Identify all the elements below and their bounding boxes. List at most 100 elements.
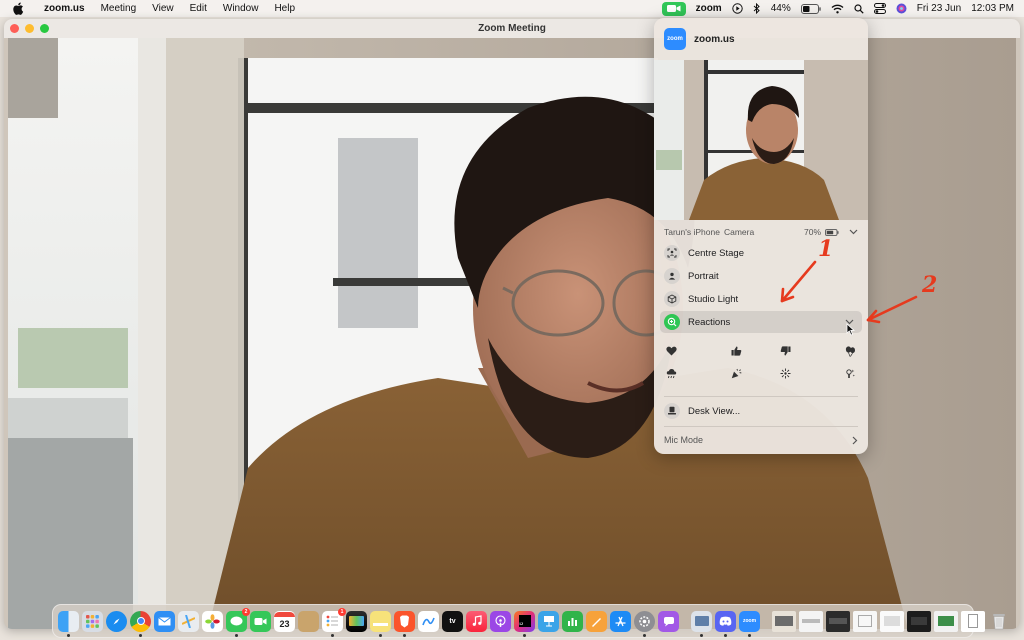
messages-dock-icon[interactable]: 2 <box>226 607 250 637</box>
intellij-dock-icon[interactable]: IJ <box>514 610 535 637</box>
battery-icon[interactable] <box>800 3 821 14</box>
mic-mode-label: Mic Mode <box>664 435 704 445</box>
heart-reaction-button[interactable] <box>664 340 713 362</box>
fireworks-reaction-button[interactable] <box>761 362 810 384</box>
thumbs-down-reaction-button[interactable] <box>761 340 810 362</box>
music-dock-icon[interactable] <box>466 610 487 632</box>
minimized-window-thumbnail[interactable] <box>799 610 823 632</box>
camera-battery-percent: 70% <box>803 227 821 237</box>
menubar-date[interactable]: Fri 23 Jun <box>917 3 961 14</box>
chat-app-dock-icon[interactable] <box>658 610 679 632</box>
wifi-icon[interactable] <box>831 4 844 14</box>
spotlight-search-icon[interactable] <box>854 3 864 14</box>
option-reactions[interactable]: Reactions <box>660 311 862 333</box>
camera-source-row[interactable]: Tarun's iPhone Camera 70% <box>654 224 868 240</box>
discord-dock-icon[interactable] <box>715 610 736 637</box>
calendar-day: 23 <box>279 618 290 629</box>
finder-dock-icon[interactable] <box>58 610 79 637</box>
desk-view-label: Desk View... <box>688 405 741 417</box>
panel-app-name: zoom.us <box>694 33 735 45</box>
photos-dock-icon[interactable] <box>202 610 223 632</box>
menu-meeting[interactable]: Meeting <box>93 0 145 17</box>
calendar-dock-icon[interactable]: 23 <box>274 610 295 632</box>
safari-dock-icon[interactable] <box>106 610 127 632</box>
pages-dock-icon[interactable] <box>586 610 607 632</box>
play-circle-icon[interactable] <box>732 3 743 14</box>
screen-dock-icon[interactable] <box>346 610 367 632</box>
preview-dock-icon[interactable] <box>691 610 712 637</box>
zoom-dock-label: zoom <box>742 618 757 624</box>
fullscreen-window-button[interactable] <box>40 24 49 33</box>
separator <box>664 426 858 427</box>
zoom-app-icon: zoom <box>664 28 686 50</box>
window-title: Zoom Meeting <box>478 23 546 34</box>
rain-reaction-button[interactable] <box>664 362 713 384</box>
menubar-time[interactable]: 12:03 PM <box>971 3 1014 14</box>
option-studio-light[interactable]: Studio Light <box>660 289 862 309</box>
minimized-window-thumbnail[interactable] <box>853 610 877 632</box>
apple-tv-dock-icon[interactable]: tv <box>442 610 463 632</box>
menu-help[interactable]: Help <box>266 0 303 17</box>
facetime-dock-icon[interactable] <box>250 610 271 632</box>
desk-view-button[interactable]: Desk View... <box>660 401 862 421</box>
minimized-window-thumbnail[interactable] <box>826 610 850 632</box>
reminders-badge: 1 <box>338 607 346 616</box>
reminders-dock-icon[interactable]: 1 <box>322 607 346 637</box>
minimized-window-thumbnail[interactable] <box>934 610 958 632</box>
minimized-window-thumbnail[interactable] <box>772 610 796 632</box>
brave-dock-icon[interactable] <box>394 610 415 637</box>
control-center-icon[interactable] <box>873 3 886 14</box>
minimize-window-button[interactable] <box>25 24 34 33</box>
notes-dock-icon[interactable] <box>370 610 391 637</box>
thumbs-up-reaction-button[interactable] <box>713 340 762 362</box>
menu-view[interactable]: View <box>144 0 182 17</box>
chrome-dock-icon[interactable] <box>130 610 151 637</box>
system-settings-dock-icon[interactable] <box>634 610 655 637</box>
video-camera-icon <box>666 5 681 12</box>
option-label: Portrait <box>688 270 719 282</box>
menu-app-name[interactable]: zoom.us <box>36 0 93 17</box>
keynote-dock-icon[interactable] <box>538 610 559 632</box>
battery-percent: 44% <box>770 3 791 14</box>
option-portrait[interactable]: Portrait <box>660 266 862 286</box>
numbers-dock-icon[interactable] <box>562 610 583 632</box>
menu-bar: zoom.us Meeting View Edit Window Help zo… <box>0 0 1024 17</box>
menu-window[interactable]: Window <box>215 0 267 17</box>
device-battery-icon <box>825 228 839 236</box>
video-effects-panel: zoom zoom.us Tarun's iPhone Camera 70% C… <box>654 18 868 454</box>
siri-icon[interactable] <box>896 3 907 14</box>
heart-icon <box>666 346 677 356</box>
minimized-window-thumbnail[interactable] <box>880 610 904 632</box>
balloons-reaction-button[interactable] <box>810 340 859 362</box>
apple-icon[interactable] <box>13 2 26 15</box>
mail-dock-icon[interactable] <box>154 610 175 632</box>
reactions-grid <box>664 340 858 384</box>
option-centre-stage[interactable]: Centre Stage <box>660 243 862 263</box>
zoom-menu-extra[interactable]: zoom <box>696 3 722 14</box>
bluetooth-icon[interactable] <box>753 3 761 14</box>
reactions-icon <box>664 314 680 330</box>
person-frame-icon <box>664 245 680 261</box>
maps-dock-icon[interactable] <box>178 610 199 632</box>
podcasts-dock-icon[interactable] <box>490 610 511 632</box>
menu-edit[interactable]: Edit <box>182 0 215 17</box>
close-window-button[interactable] <box>10 24 19 33</box>
minimized-window-thumbnail[interactable] <box>907 610 931 632</box>
zoom-dock-icon[interactable]: zoom <box>739 610 760 637</box>
chevron-right-icon <box>852 436 858 445</box>
camera-in-use-indicator[interactable] <box>661 1 686 16</box>
chevron-down-icon[interactable] <box>849 229 858 235</box>
messages-badge: 2 <box>242 607 250 616</box>
app-store-dock-icon[interactable] <box>610 610 631 632</box>
confetti-reaction-button[interactable] <box>713 362 762 384</box>
mic-mode-row[interactable]: Mic Mode <box>654 431 868 449</box>
notes-app-dock-icon[interactable] <box>298 610 319 632</box>
launchpad-dock-icon[interactable] <box>82 610 103 632</box>
laser-reaction-button[interactable] <box>810 362 859 384</box>
minimized-window-thumbnail[interactable] <box>961 610 985 632</box>
freeform-dock-icon[interactable] <box>418 610 439 632</box>
camera-type-label: Camera <box>723 227 755 237</box>
thumbs-down-icon <box>780 346 791 356</box>
trash-dock-icon[interactable] <box>988 611 1009 632</box>
party-popper-icon <box>732 368 742 378</box>
